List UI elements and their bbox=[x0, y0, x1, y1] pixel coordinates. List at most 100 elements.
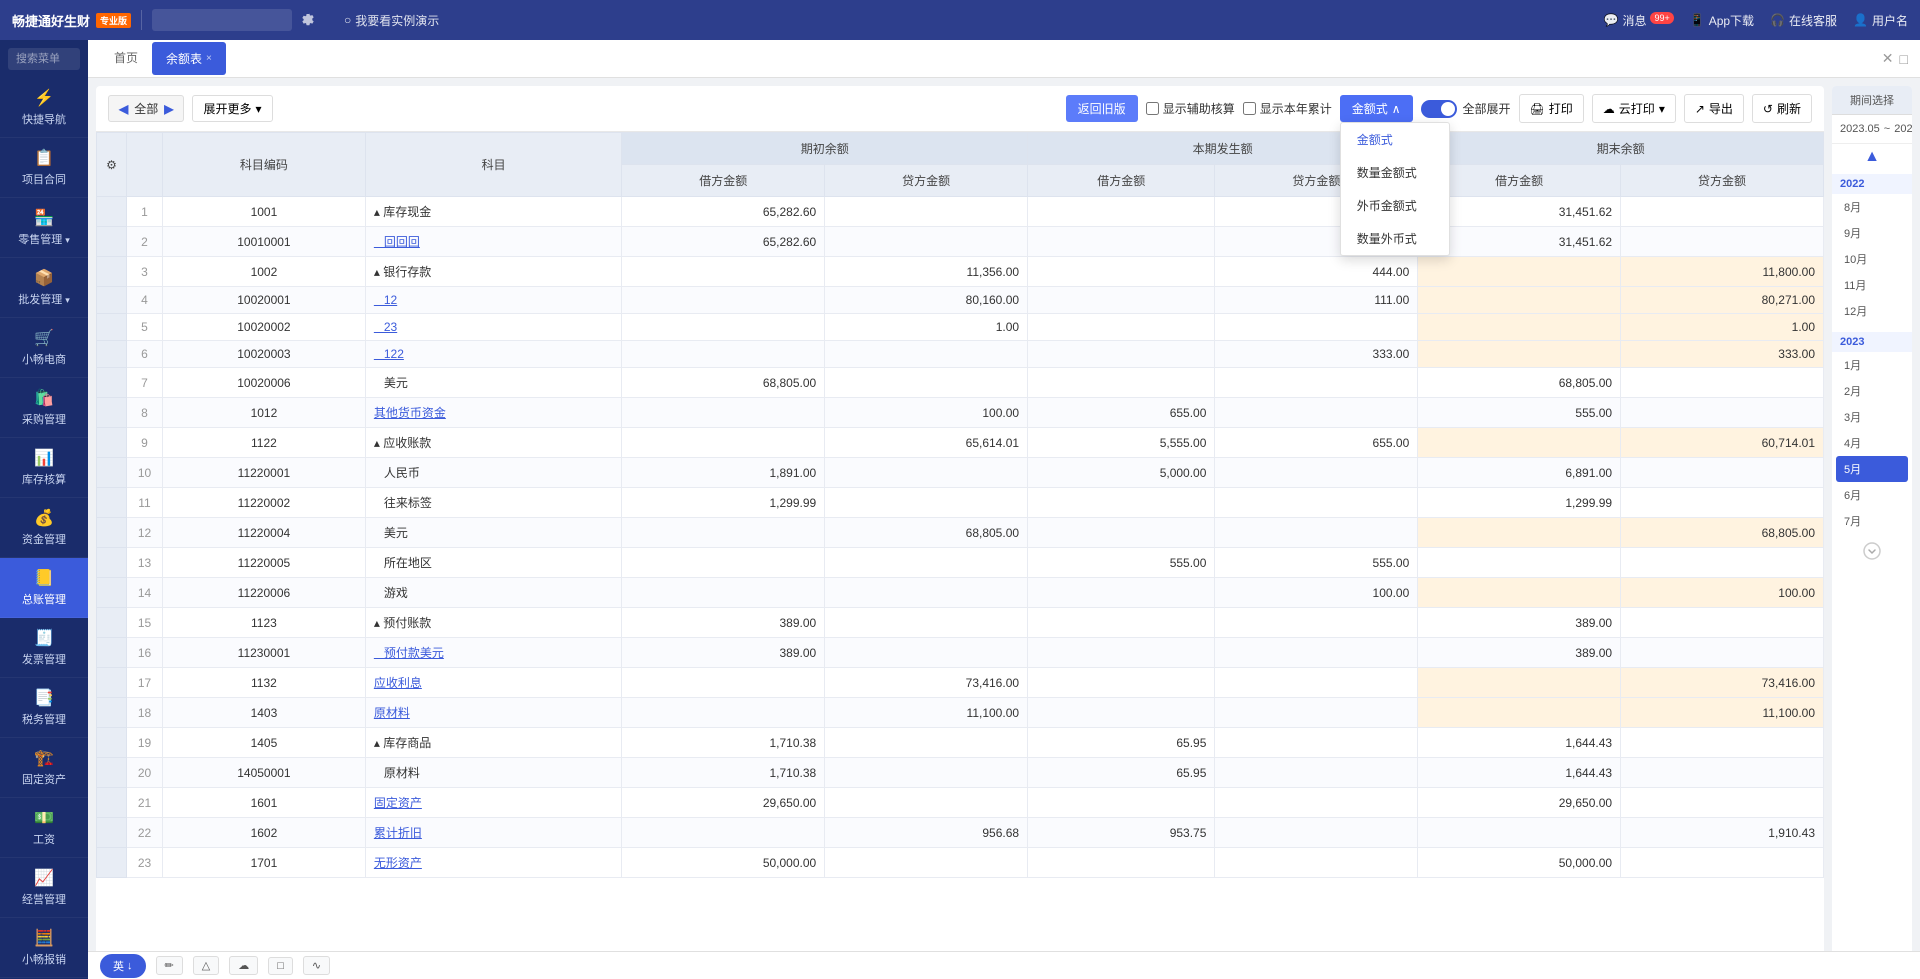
user-avatar[interactable]: 👤 用户名 bbox=[1853, 12, 1908, 29]
demo-link[interactable]: ○ 我要看实例演示 bbox=[344, 12, 439, 29]
ytd-checkbox-input[interactable] bbox=[1243, 102, 1256, 115]
balance-table-wrap[interactable]: ⚙ 科目编码 科目 期初余额 本期发生额 期末余额 借方金额 贷方金额 bbox=[96, 132, 1824, 971]
row-op-credit bbox=[825, 788, 1028, 818]
sidebar-item-inventory[interactable]: 📊 库存核算 bbox=[0, 438, 88, 498]
col-indicator bbox=[97, 197, 127, 227]
col-indicator bbox=[97, 314, 127, 341]
display-qty-foreign-item[interactable]: 数量外币式 bbox=[1341, 222, 1449, 255]
sidebar-item-asset[interactable]: 🏗️ 固定资产 bbox=[0, 738, 88, 798]
display-qty-money-item[interactable]: 数量金额式 bbox=[1341, 156, 1449, 189]
sidebar-item-operations[interactable]: 📈 经营管理 bbox=[0, 858, 88, 918]
sidebar-item-quick-nav[interactable]: ⚡ 快捷导航 bbox=[0, 78, 88, 138]
row-cur-debit: 65.95 bbox=[1028, 728, 1215, 758]
show-helper-checkbox[interactable]: 显示辅助核算 bbox=[1146, 100, 1235, 117]
date-month-11[interactable]: 11月 bbox=[1832, 272, 1912, 298]
return-old-btn[interactable]: 返回旧版 bbox=[1066, 95, 1138, 122]
cloud-icon-btn[interactable]: ☁ bbox=[229, 956, 258, 975]
row-subject[interactable]: 12 bbox=[365, 287, 622, 314]
expand-chevron-icon: ▾ bbox=[256, 102, 262, 116]
show-ytd-checkbox[interactable]: 显示本年累计 bbox=[1243, 100, 1332, 117]
row-subject[interactable]: 23 bbox=[365, 314, 622, 341]
row-subject[interactable]: 固定资产 bbox=[365, 788, 622, 818]
wave-icon-btn[interactable]: ∿ bbox=[303, 956, 330, 975]
app-download-btn[interactable]: 📱 App下载 bbox=[1690, 12, 1754, 29]
display-foreign-item[interactable]: 外币金额式 bbox=[1341, 189, 1449, 222]
sidebar-item-wholesale[interactable]: 📦 批发管理 ▾ bbox=[0, 258, 88, 318]
date-month-2023-4[interactable]: 4月 bbox=[1832, 430, 1912, 456]
row-subject[interactable]: 其他货币资金 bbox=[365, 398, 622, 428]
breadcrumb-all[interactable]: ◀ 全部 ▶ bbox=[108, 95, 184, 122]
tab-home[interactable]: 首页 bbox=[100, 41, 152, 76]
print-btn[interactable]: 🖨 打印 bbox=[1519, 94, 1584, 123]
row-subject[interactable]: 累计折旧 bbox=[365, 818, 622, 848]
date-month-2023-3[interactable]: 3月 bbox=[1832, 404, 1912, 430]
helper-checkbox-input[interactable] bbox=[1146, 102, 1159, 115]
row-cl-debit: 389.00 bbox=[1418, 638, 1621, 668]
sidebar-item-capital[interactable]: 💰 资金管理 bbox=[0, 498, 88, 558]
col-indicator bbox=[97, 698, 127, 728]
col-settings-header[interactable]: ⚙ bbox=[97, 133, 127, 197]
row-cl-debit bbox=[1418, 287, 1621, 314]
lang-btn[interactable]: 英 ↓ bbox=[100, 954, 146, 978]
invoice-icon: 🧾 bbox=[6, 628, 82, 648]
row-num: 9 bbox=[127, 428, 163, 458]
sidebar-item-purchase[interactable]: 🛍️ 采购管理 bbox=[0, 378, 88, 438]
tab-balance[interactable]: 余额表 × bbox=[152, 42, 226, 75]
row-subject[interactable]: 122 bbox=[365, 341, 622, 368]
row-op-credit: 11,100.00 bbox=[825, 698, 1028, 728]
display-mode-dropdown[interactable]: 金额式 ∧ 金额式 数量金额式 外币金额式 数量外币式 bbox=[1340, 95, 1413, 122]
notification-btn[interactable]: 💬 消息 99+ bbox=[1604, 12, 1674, 29]
col-indicator bbox=[97, 341, 127, 368]
date-month-2023-6[interactable]: 6月 bbox=[1832, 482, 1912, 508]
sidebar-item-salary[interactable]: 💵 工资 bbox=[0, 798, 88, 858]
refresh-btn[interactable]: ↺ 刷新 bbox=[1752, 94, 1812, 123]
window-close-btn[interactable]: ✕ bbox=[1882, 50, 1894, 67]
tab-close-icon[interactable]: × bbox=[206, 53, 212, 64]
sidebar-item-project[interactable]: 📋 项目合同 bbox=[0, 138, 88, 198]
export-btn[interactable]: ↗ 导出 bbox=[1684, 94, 1744, 123]
customer-service-btn[interactable]: 🎧 在线客服 bbox=[1770, 12, 1837, 29]
date-month-2023-5[interactable]: 5月 bbox=[1836, 456, 1908, 482]
sidebar-item-ecommerce[interactable]: 🛒 小畅电商 bbox=[0, 318, 88, 378]
row-subject[interactable]: 应收利息 bbox=[365, 668, 622, 698]
date-month-2023-7[interactable]: 7月 bbox=[1832, 508, 1912, 534]
date-nav-down[interactable] bbox=[1832, 538, 1912, 564]
row-subject[interactable]: 预付款美元 bbox=[365, 638, 622, 668]
row-subject[interactable]: 原材料 bbox=[365, 698, 622, 728]
box-icon-btn[interactable]: □ bbox=[268, 957, 293, 975]
row-num: 17 bbox=[127, 668, 163, 698]
date-month-10[interactable]: 10月 bbox=[1832, 246, 1912, 272]
row-cur-debit: 953.75 bbox=[1028, 818, 1215, 848]
col-subject-header: 科目 bbox=[365, 133, 622, 197]
expand-more-btn[interactable]: 展开更多 ▾ bbox=[192, 95, 272, 122]
row-subject[interactable]: 无形资产 bbox=[365, 848, 622, 878]
settings-icon[interactable] bbox=[298, 11, 314, 30]
cloud-print-btn[interactable]: ☁ 云打印 ▾ bbox=[1592, 94, 1676, 123]
date-month-2023-1[interactable]: 1月 bbox=[1832, 352, 1912, 378]
date-month-9[interactable]: 9月 bbox=[1832, 220, 1912, 246]
toolbar: ◀ 全部 ▶ 展开更多 ▾ 返回旧版 显示辅助核算 bbox=[96, 86, 1824, 132]
row-cur-debit bbox=[1028, 287, 1215, 314]
date-month-2023-2[interactable]: 2月 bbox=[1832, 378, 1912, 404]
expand-all-toggle-switch[interactable] bbox=[1421, 100, 1457, 118]
row-subject[interactable]: 回回回 bbox=[365, 227, 622, 257]
sidebar-item-accounting[interactable]: 📒 总账管理 bbox=[0, 558, 88, 618]
sidebar-search-input[interactable] bbox=[8, 48, 80, 70]
display-money-item[interactable]: 金额式 bbox=[1341, 123, 1449, 156]
display-mode-btn[interactable]: 金额式 ∧ bbox=[1340, 95, 1413, 122]
edit-icon-btn[interactable]: ✏ bbox=[156, 956, 183, 975]
sidebar-item-sales[interactable]: 🧮 小畅报销 bbox=[0, 918, 88, 978]
top-search-input[interactable] bbox=[152, 9, 292, 31]
date-month-12[interactable]: 12月 bbox=[1832, 298, 1912, 324]
date-nav-up[interactable]: ▲ bbox=[1832, 144, 1912, 170]
col-indicator bbox=[97, 518, 127, 548]
sidebar-item-retail[interactable]: 🏪 零售管理 ▾ bbox=[0, 198, 88, 258]
window-maximize-btn[interactable]: □ bbox=[1900, 50, 1908, 67]
sidebar-item-tax[interactable]: 📑 税务管理 bbox=[0, 678, 88, 738]
table-row: 15 1123 ▴ 预付账款 389.00 389.00 bbox=[97, 608, 1824, 638]
table-row: 2 10010001 回回回 65,282.60 33,830.98 31,45… bbox=[97, 227, 1824, 257]
date-month-8[interactable]: 8月 bbox=[1832, 194, 1912, 220]
sidebar-item-invoice[interactable]: 🧾 发票管理 bbox=[0, 618, 88, 678]
breadcrumb-arrow-right[interactable]: ▶ bbox=[164, 102, 173, 116]
upload-icon-btn[interactable]: △ bbox=[193, 956, 219, 975]
